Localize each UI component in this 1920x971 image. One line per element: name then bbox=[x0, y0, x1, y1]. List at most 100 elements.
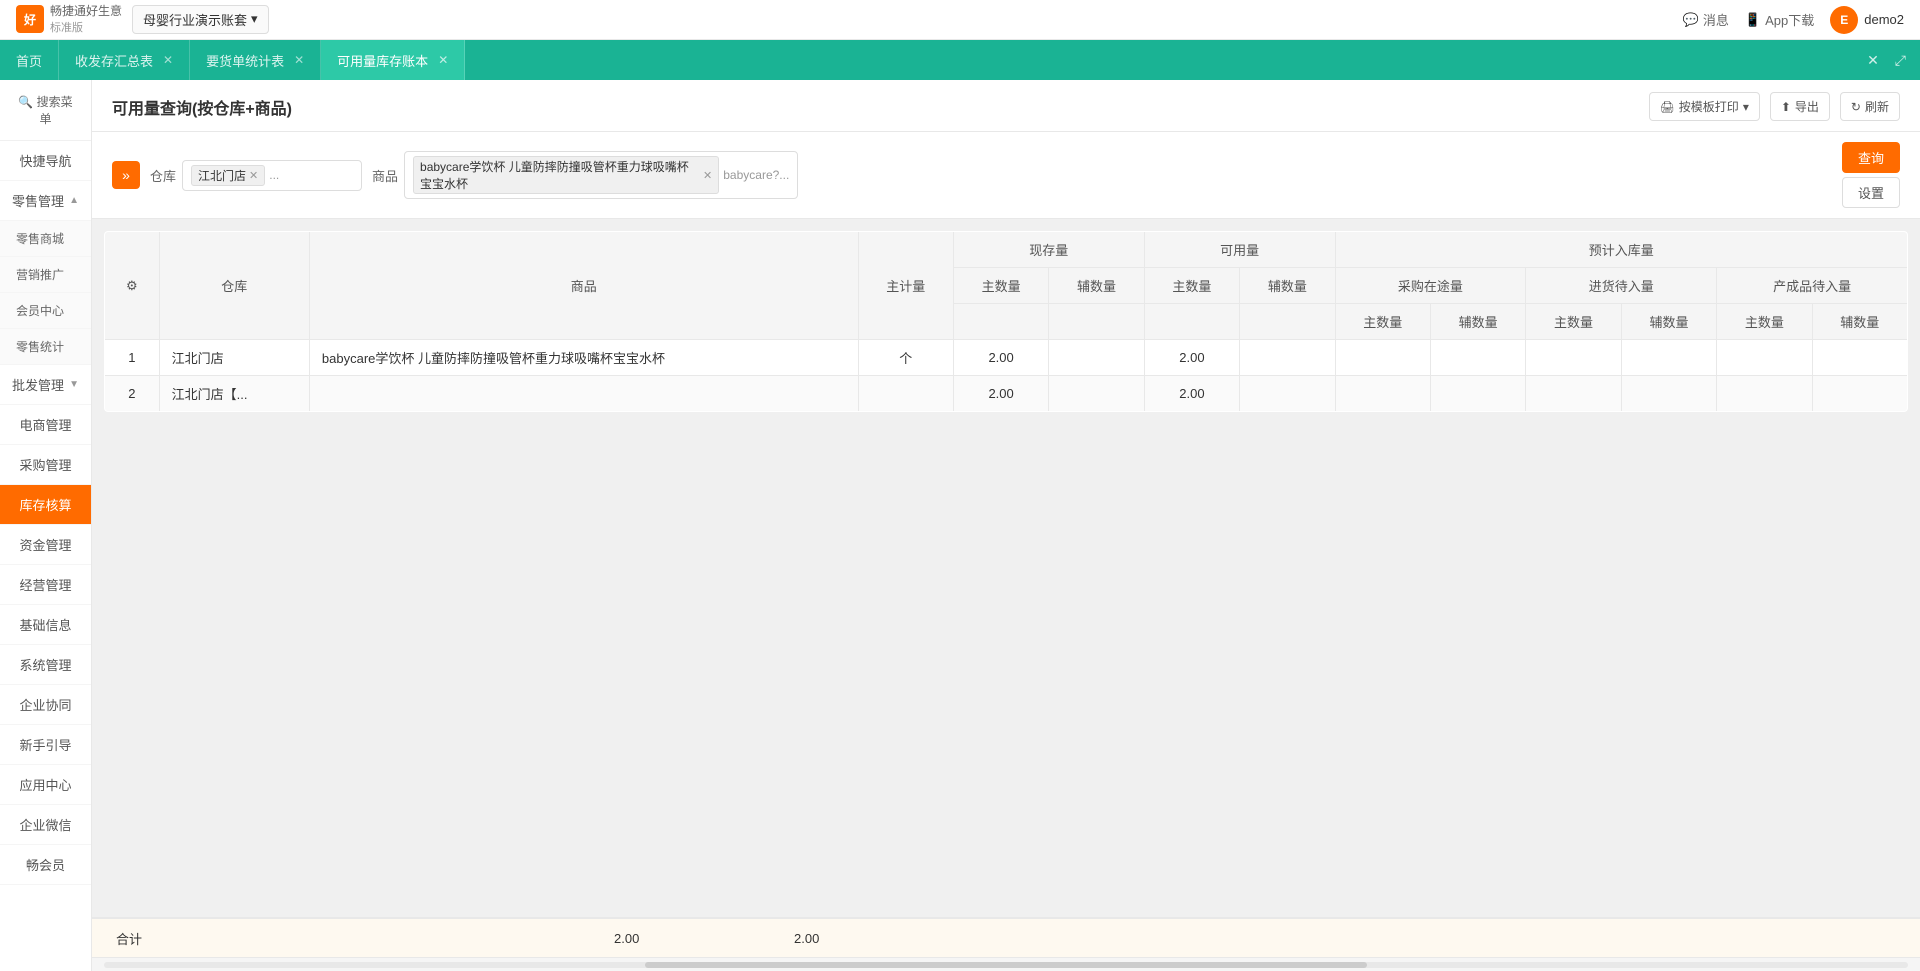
industry-selector[interactable]: 母婴行业演示账套 ▾ bbox=[132, 5, 269, 34]
export-btn[interactable]: ⬆ 导出 bbox=[1770, 92, 1830, 121]
warehouse-filter-input[interactable]: 江北门店 ✕ ... bbox=[182, 160, 362, 191]
warehouse-filter-group: 仓库 江北门店 ✕ ... bbox=[150, 160, 362, 191]
table-scrollbar-container bbox=[92, 957, 1920, 971]
sidebar-item-inventory-check[interactable]: 库存核算 bbox=[0, 485, 91, 525]
th-prod-pend-main: 主数量 bbox=[1717, 304, 1812, 340]
sidebar-item-retail-mgmt[interactable]: 零售管理 ▲ bbox=[0, 181, 91, 221]
warehouse-tag[interactable]: 江北门店 ✕ bbox=[191, 165, 265, 186]
sidebar-item-retail-stats[interactable]: 零售统计 bbox=[0, 329, 91, 365]
product-filter-input[interactable]: babycare学饮杯 儿童防摔防撞吸管杯重力球吸嘴杯宝宝水杯 ✕ babyca… bbox=[404, 151, 798, 199]
row2-product bbox=[309, 376, 858, 412]
top-bar-left: 好 畅捷通好生意 标准版 母婴行业演示账套 ▾ bbox=[16, 4, 269, 34]
product-tag[interactable]: babycare学饮杯 儿童防摔防撞吸管杯重力球吸嘴杯宝宝水杯 ✕ bbox=[413, 156, 719, 194]
message-btn[interactable]: 💬 消息 bbox=[1683, 10, 1729, 29]
sidebar-item-vip[interactable]: 畅会员 bbox=[0, 845, 91, 885]
tab-available-inventory[interactable]: 可用量库存账本 ✕ bbox=[321, 40, 465, 80]
th-avail-aux-qty2 bbox=[1240, 304, 1335, 340]
tab-home[interactable]: 首页 bbox=[0, 40, 59, 80]
product-tag-remove[interactable]: ✕ bbox=[703, 169, 712, 182]
warehouse-tag-remove[interactable]: ✕ bbox=[249, 169, 258, 182]
top-bar-right: 💬 消息 📱 App下载 E demo2 bbox=[1683, 6, 1904, 34]
tab-receive-pay-close[interactable]: ✕ bbox=[163, 53, 173, 67]
table-row: 1 江北门店 babycare学饮杯 儿童防摔防撞吸管杯重力球吸嘴杯宝宝水杯 个… bbox=[105, 340, 1908, 376]
tab-order-stats[interactable]: 要货单统计表 ✕ bbox=[190, 40, 321, 80]
sidebar-item-app-center[interactable]: 应用中心 bbox=[0, 765, 91, 805]
row1-prod-pend-main bbox=[1717, 340, 1812, 376]
th-purch-transit: 采购在途量 bbox=[1335, 268, 1526, 304]
th-current-stock: 现存量 bbox=[953, 232, 1144, 268]
row2-purch-pend-main bbox=[1526, 376, 1621, 412]
data-table: ⚙ 仓库 商品 主计量 现存量 可用量 预计入库量 主数量 辅数量 主数量 辅数… bbox=[104, 231, 1908, 412]
sidebar-item-marketing[interactable]: 营销推广 bbox=[0, 257, 91, 293]
top-bar: 好 畅捷通好生意 标准版 母婴行业演示账套 ▾ 💬 消息 📱 App下载 E d… bbox=[0, 0, 1920, 40]
query-btn[interactable]: 查询 bbox=[1842, 142, 1900, 173]
warehouse-filter-label: 仓库 bbox=[150, 166, 176, 185]
sidebar-item-basic-info[interactable]: 基础信息 bbox=[0, 605, 91, 645]
footer-stock-total: 2.00 bbox=[614, 931, 714, 946]
export-icon: ⬆ bbox=[1781, 100, 1791, 114]
retail-mgmt-label: 零售管理 bbox=[12, 191, 64, 210]
industry-selector-text: 母婴行业演示账套 bbox=[143, 10, 247, 29]
user-profile[interactable]: E demo2 bbox=[1830, 6, 1904, 34]
row1-stock-main: 2.00 bbox=[953, 340, 1048, 376]
product-filter-label: 商品 bbox=[372, 166, 398, 185]
tab-receive-pay-summary[interactable]: 收发存汇总表 ✕ bbox=[59, 40, 190, 80]
chevron-down-icon: ▾ bbox=[251, 11, 258, 27]
row1-prod-pend-aux bbox=[1812, 340, 1907, 376]
table-row-subtotal: 2 江北门店【... 2.00 2.00 bbox=[105, 376, 1908, 412]
row1-main-unit: 个 bbox=[858, 340, 953, 376]
sidebar-item-finance[interactable]: 资金管理 bbox=[0, 525, 91, 565]
th-product: 商品 bbox=[309, 232, 858, 340]
table-container: ⚙ 仓库 商品 主计量 现存量 可用量 预计入库量 主数量 辅数量 主数量 辅数… bbox=[92, 219, 1920, 917]
page-title: 可用量查询(按仓库+商品) bbox=[112, 95, 292, 119]
tab-available-inventory-close[interactable]: ✕ bbox=[438, 53, 448, 67]
print-label: 按模板打印 bbox=[1679, 98, 1739, 115]
th-warehouse: 仓库 bbox=[159, 232, 309, 340]
th-purch-pending: 进货待入量 bbox=[1526, 268, 1717, 304]
sidebar-item-enterprise-collab[interactable]: 企业协同 bbox=[0, 685, 91, 725]
sidebar-item-retail-mall[interactable]: 零售商城 bbox=[0, 221, 91, 257]
expand-tabs-btn[interactable]: ⤢ bbox=[1891, 48, 1910, 73]
app-download-btn[interactable]: 📱 App下载 bbox=[1745, 10, 1814, 29]
scrollbar-thumb[interactable] bbox=[645, 962, 1367, 968]
row1-warehouse: 江北门店 bbox=[159, 340, 309, 376]
sidebar-item-member-center[interactable]: 会员中心 bbox=[0, 293, 91, 329]
content-area: 可用量查询(按仓库+商品) 🖨 按模板打印 ▾ ⬆ 导出 ↻ 刷新 bbox=[92, 80, 1920, 971]
th-purch-pend-main: 主数量 bbox=[1526, 304, 1621, 340]
row1-purch-pend-main bbox=[1526, 340, 1621, 376]
settings-btn[interactable]: 设置 bbox=[1842, 177, 1900, 208]
th-avail-main-qty: 主数量 bbox=[1144, 268, 1239, 304]
sidebar-item-quick-nav[interactable]: 快捷导航 bbox=[0, 141, 91, 181]
logo-sub: 标准版 bbox=[50, 19, 122, 35]
warehouse-tag-text: 江北门店 bbox=[198, 167, 246, 184]
sidebar-item-wholesale-mgmt[interactable]: 批发管理 ▼ bbox=[0, 365, 91, 405]
row2-main-unit bbox=[858, 376, 953, 412]
product-filter-group: 商品 babycare学饮杯 儿童防摔防撞吸管杯重力球吸嘴杯宝宝水杯 ✕ bab… bbox=[372, 151, 798, 199]
row2-warehouse: 江北门店【... bbox=[159, 376, 309, 412]
sidebar-item-system-mgmt[interactable]: 系统管理 bbox=[0, 645, 91, 685]
th-purch-transit-main: 主数量 bbox=[1335, 304, 1430, 340]
sidebar-item-ecommerce[interactable]: 电商管理 bbox=[0, 405, 91, 445]
sidebar-item-operations[interactable]: 经营管理 bbox=[0, 565, 91, 605]
row2-no: 2 bbox=[105, 376, 160, 412]
tab-order-stats-close[interactable]: ✕ bbox=[294, 53, 304, 67]
refresh-btn[interactable]: ↻ 刷新 bbox=[1840, 92, 1900, 121]
close-all-tabs-btn[interactable]: ✕ bbox=[1863, 48, 1883, 73]
th-settings[interactable]: ⚙ bbox=[105, 232, 160, 340]
expand-icon: » bbox=[122, 167, 130, 183]
th-stock-aux-qty: 辅数量 bbox=[1049, 268, 1144, 304]
query-settings-group: 查询 设置 bbox=[1842, 142, 1900, 208]
print-template-btn[interactable]: 🖨 按模板打印 ▾ bbox=[1649, 92, 1760, 121]
th-prod-pending: 产成品待入量 bbox=[1717, 268, 1908, 304]
mobile-icon: 📱 bbox=[1745, 12, 1761, 28]
logo-area: 好 畅捷通好生意 标准版 bbox=[16, 4, 122, 34]
sidebar: 🔍 搜索菜单 快捷导航 零售管理 ▲ 零售商城 营销推广 会员中心 零售统计 批… bbox=[0, 80, 92, 971]
filter-expand-btn[interactable]: » bbox=[112, 161, 140, 189]
sidebar-item-enterprise-wechat[interactable]: 企业微信 bbox=[0, 805, 91, 845]
th-avail-main-qty2 bbox=[1144, 304, 1239, 340]
sidebar-item-purchase[interactable]: 采购管理 bbox=[0, 445, 91, 485]
sidebar-search-btn[interactable]: 🔍 搜索菜单 bbox=[8, 88, 83, 132]
th-stock-aux-qty2 bbox=[1049, 304, 1144, 340]
filter-actions: 查询 设置 bbox=[1842, 142, 1900, 208]
sidebar-item-new-guide[interactable]: 新手引导 bbox=[0, 725, 91, 765]
